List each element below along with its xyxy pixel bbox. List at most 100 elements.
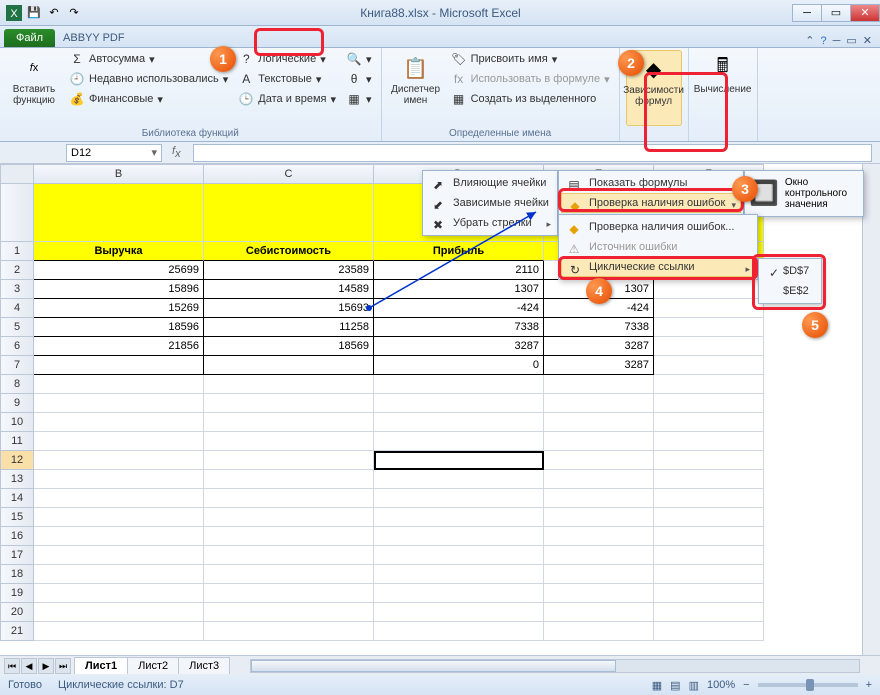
rowhead-8[interactable]: 8 [0, 375, 34, 394]
cell-B20[interactable] [34, 603, 204, 622]
cell-B17[interactable] [34, 546, 204, 565]
cell-D5[interactable]: 7338 [374, 318, 544, 337]
cell-C8[interactable] [204, 375, 374, 394]
zoom-slider[interactable] [758, 683, 858, 687]
cell-F16[interactable] [654, 527, 764, 546]
cell-F15[interactable] [654, 508, 764, 527]
cell-C11[interactable] [204, 432, 374, 451]
cell-D16[interactable] [374, 527, 544, 546]
cell-B8[interactable] [34, 375, 204, 394]
cell-B3[interactable]: 15896 [34, 280, 204, 299]
rowhead-12[interactable]: 12 [0, 451, 34, 470]
cell-E19[interactable] [544, 584, 654, 603]
cell-D11[interactable] [374, 432, 544, 451]
tab-10[interactable]: ABBYY PDF [55, 29, 133, 47]
cell-D20[interactable] [374, 603, 544, 622]
cell-D14[interactable] [374, 489, 544, 508]
sheet-nav-prev-icon[interactable]: ◀ [21, 658, 37, 674]
cell-E6[interactable]: 3287 [544, 337, 654, 356]
zoom-out-icon[interactable]: − [743, 679, 749, 691]
more-button[interactable]: ▦▾ [343, 90, 375, 108]
logical-button[interactable]: ?Логические ▾ [235, 50, 339, 68]
cell-E7[interactable]: 3287 [544, 356, 654, 375]
menu-trace-precedents[interactable]: ⬈Влияющие ячейки [425, 173, 555, 193]
autosum-button[interactable]: ΣАвтосумма ▾ [66, 50, 231, 68]
rowhead-13[interactable]: 13 [0, 470, 34, 489]
rowhead-14[interactable]: 14 [0, 489, 34, 508]
cell-E5[interactable]: 7338 [544, 318, 654, 337]
cell-F6[interactable] [654, 337, 764, 356]
cell-B21[interactable] [34, 622, 204, 641]
cell-D2[interactable]: 2110 [374, 261, 544, 280]
rowhead-2[interactable]: 2 [0, 261, 34, 280]
cell-F18[interactable] [654, 565, 764, 584]
cell-D1[interactable]: Прибыль [374, 242, 544, 261]
horizontal-scrollbar[interactable] [250, 659, 860, 673]
menu-error-checking[interactable]: ◆Проверка наличия ошибок▾ [561, 193, 741, 213]
cell-E10[interactable] [544, 413, 654, 432]
cell-C20[interactable] [204, 603, 374, 622]
rowhead-4[interactable]: 4 [0, 299, 34, 318]
menu-trace-dependents[interactable]: ⬋Зависимые ячейки [425, 193, 555, 213]
cell-C12[interactable] [204, 451, 374, 470]
rowhead-11[interactable]: 11 [0, 432, 34, 451]
cell-E9[interactable] [544, 394, 654, 413]
sheet-tab-0[interactable]: Лист1 [74, 657, 128, 674]
cell-C3[interactable]: 14589 [204, 280, 374, 299]
doc-restore-icon[interactable]: ▭ [846, 34, 856, 47]
cell-B9[interactable] [34, 394, 204, 413]
cell-F3[interactable] [654, 280, 764, 299]
cell-B13[interactable] [34, 470, 204, 489]
datetime-button[interactable]: 🕒Дата и время ▾ [235, 90, 339, 108]
cell-D18[interactable] [374, 565, 544, 584]
cell-C14[interactable] [204, 489, 374, 508]
cell-D17[interactable] [374, 546, 544, 565]
cell-C13[interactable] [204, 470, 374, 489]
cell-F5[interactable] [654, 318, 764, 337]
cell-B4[interactable]: 15269 [34, 299, 204, 318]
sheet-tab-1[interactable]: Лист2 [127, 657, 179, 674]
recent-button[interactable]: 🕘Недавно использовались ▾ [66, 70, 231, 88]
sheet-tab-2[interactable]: Лист3 [178, 657, 230, 674]
cell-F12[interactable] [654, 451, 764, 470]
cell-C17[interactable] [204, 546, 374, 565]
sheet-nav-next-icon[interactable]: ▶ [38, 658, 54, 674]
rowhead-10[interactable]: 10 [0, 413, 34, 432]
cell-C16[interactable] [204, 527, 374, 546]
cell-B19[interactable] [34, 584, 204, 603]
cell-E17[interactable] [544, 546, 654, 565]
cell-F4[interactable] [654, 299, 764, 318]
cell-D7[interactable]: 0 [374, 356, 544, 375]
cell-D21[interactable] [374, 622, 544, 641]
help-icon[interactable]: ? [820, 35, 826, 47]
circref-item-0[interactable]: ✓$D$7 [761, 261, 819, 281]
cell-D10[interactable] [374, 413, 544, 432]
menu-show-formulas[interactable]: ▤Показать формулы [561, 173, 741, 193]
doc-minimize-icon[interactable]: ─ [833, 35, 841, 47]
cell-C2[interactable]: 23589 [204, 261, 374, 280]
cell-E8[interactable] [544, 375, 654, 394]
cell-F7[interactable] [654, 356, 764, 375]
view-normal-icon[interactable]: ▦ [652, 679, 662, 692]
rowhead-20[interactable]: 20 [0, 603, 34, 622]
cell-E13[interactable] [544, 470, 654, 489]
cell-D12[interactable] [374, 451, 544, 470]
rowhead-17[interactable]: 17 [0, 546, 34, 565]
cell-C1[interactable]: Себистоимость [204, 242, 374, 261]
sheet-nav-first-icon[interactable]: ⏮ [4, 658, 20, 674]
cell-F19[interactable] [654, 584, 764, 603]
cell-D13[interactable] [374, 470, 544, 489]
rowhead-9[interactable]: 9 [0, 394, 34, 413]
cell-D8[interactable] [374, 375, 544, 394]
minimize-button[interactable]: ─ [792, 4, 822, 22]
submenu-error-check[interactable]: ◆Проверка наличия ошибок... [561, 217, 755, 237]
financial-button[interactable]: 💰Финансовые ▾ [66, 90, 231, 108]
cell-D4[interactable]: -424 [374, 299, 544, 318]
cell-C4[interactable]: 15693 [204, 299, 374, 318]
cell-E18[interactable] [544, 565, 654, 584]
cell-B6[interactable]: 21856 [34, 337, 204, 356]
ribbon-minimize-icon[interactable]: ⌃ [805, 34, 814, 47]
rowhead-7[interactable]: 7 [0, 356, 34, 375]
redo-icon[interactable]: ↷ [66, 5, 82, 21]
cell-C18[interactable] [204, 565, 374, 584]
